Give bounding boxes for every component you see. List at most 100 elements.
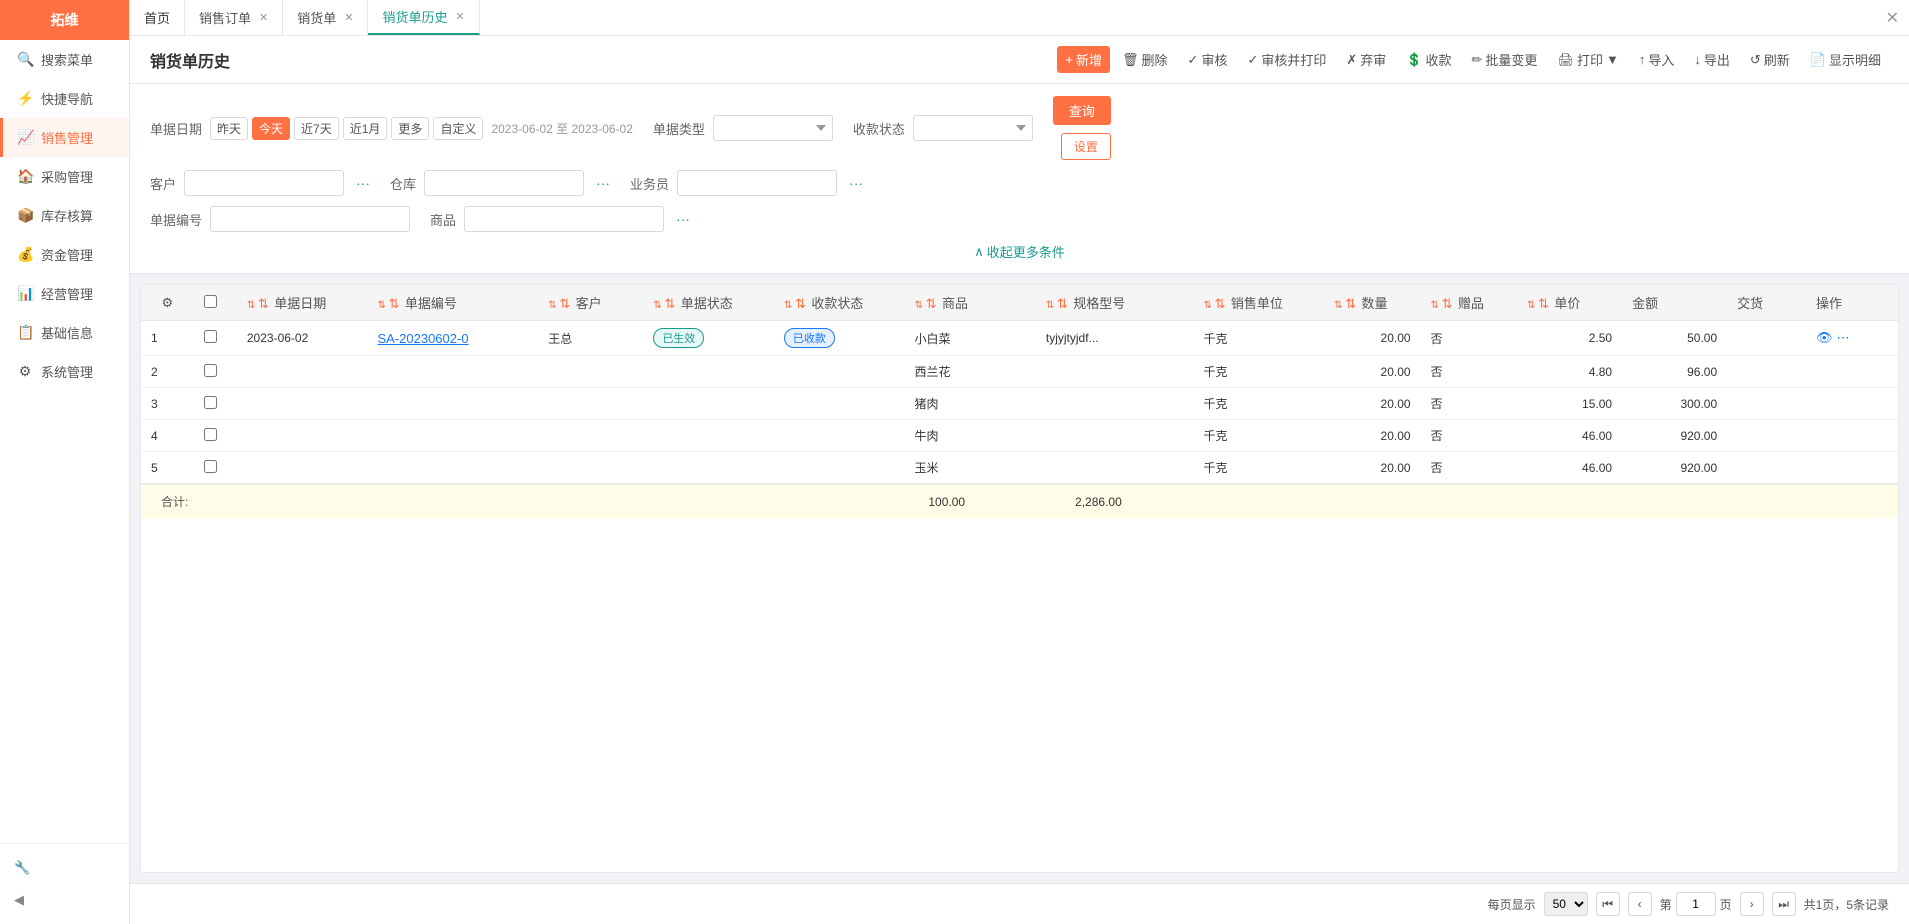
row-checkbox[interactable] <box>204 460 217 473</box>
abandon-button[interactable]: ✗ 弃审 <box>1338 46 1394 73</box>
cell-check[interactable] <box>194 321 237 356</box>
tab-sales-order[interactable]: 销售订单 ✕ <box>185 0 283 35</box>
pay-status-label: 收款状态 <box>853 119 905 138</box>
col-header-goods[interactable]: ⇅ 商品 <box>905 285 1036 321</box>
warehouse-more-icon[interactable]: ··· <box>596 175 610 191</box>
col-header-qty[interactable]: ⇅ 数量 <box>1324 285 1420 321</box>
delete-icon: 🗑 <box>1122 52 1139 68</box>
show-detail-button[interactable]: 📄 显示明细 <box>1802 46 1889 73</box>
date-btn-custom[interactable]: 自定义 <box>433 117 483 140</box>
cell-goods: 牛肉 <box>905 420 1036 452</box>
col-header-gift[interactable]: ⇅ 赠品 <box>1421 285 1517 321</box>
tab-home[interactable]: 首页 <box>130 0 185 35</box>
batch-change-button[interactable]: ✏ 批量变更 <box>1464 46 1546 73</box>
table-footer: 合计: 100.00 2,286.00 <box>141 484 1898 518</box>
date-btn-yesterday[interactable]: 昨天 <box>210 117 248 140</box>
view-btn[interactable]: 👁 <box>1816 330 1833 345</box>
abandon-icon: ✗ <box>1346 52 1357 68</box>
collect-button[interactable]: 💲 收款 <box>1398 46 1459 73</box>
page-input[interactable] <box>1676 892 1716 916</box>
doc-type-select[interactable] <box>713 115 833 141</box>
quick-nav-icon: ⚡ <box>17 90 33 107</box>
row-checkbox[interactable] <box>204 428 217 441</box>
sidebar-item-quick-nav[interactable]: ⚡ 快捷导航 <box>0 79 129 118</box>
refresh-button[interactable]: ↺ 刷新 <box>1742 46 1798 73</box>
query-button[interactable]: 查询 <box>1053 96 1111 125</box>
select-all-checkbox[interactable] <box>204 295 217 308</box>
audit-print-button[interactable]: ✓ 审核并打印 <box>1239 46 1334 73</box>
next-page-btn[interactable]: › <box>1740 892 1764 916</box>
tab-sales-history[interactable]: 销货单历史 ✕ <box>368 0 479 35</box>
sidebar-item-system-mgmt[interactable]: ⚙ 系统管理 <box>0 352 129 391</box>
delete-button[interactable]: 🗑 删除 <box>1114 46 1176 73</box>
goods-more-icon[interactable]: ··· <box>676 211 690 227</box>
customer-input[interactable] <box>184 170 344 196</box>
customer-more-icon[interactable]: ··· <box>356 175 370 191</box>
sidebar-item-inventory[interactable]: 📦 库存核算 <box>0 196 129 235</box>
col-header-customer[interactable]: ⇅ 客户 <box>538 285 643 321</box>
sidebar-item-operations[interactable]: 📊 经营管理 <box>0 274 129 313</box>
sort-qty-icon: ⇅ <box>1345 296 1356 311</box>
col-header-order-no[interactable]: ⇅ 单据编号 <box>367 285 538 321</box>
col-header-pay-status[interactable]: ⇅ 收款状态 <box>774 285 905 321</box>
sidebar-item-sales-mgmt[interactable]: 📈 销售管理 <box>0 118 129 157</box>
row-checkbox[interactable] <box>204 330 217 343</box>
salesman-input[interactable] <box>677 170 837 196</box>
cell-gift: 否 <box>1421 356 1517 388</box>
tab-bar-close-all[interactable]: ✕ <box>1886 8 1909 28</box>
sidebar-item-finance[interactable]: 💰 资金管理 <box>0 235 129 274</box>
tab-sales-order-close[interactable]: ✕ <box>259 11 268 24</box>
sidebar-item-system-mgmt-label: 系统管理 <box>41 362 93 381</box>
cell-check[interactable] <box>194 356 237 388</box>
sidebar-collapse-btn[interactable]: ◀ <box>0 884 129 916</box>
col-header-check[interactable] <box>194 285 237 321</box>
col-header-spec[interactable]: ⇅ 规格型号 <box>1036 285 1194 321</box>
goods-filter-group: 商品 ··· <box>430 206 690 232</box>
export-button[interactable]: ↓ 导出 <box>1686 46 1738 73</box>
setting-button[interactable]: 设置 <box>1061 133 1111 160</box>
cell-customer <box>538 388 643 420</box>
row-checkbox[interactable] <box>204 364 217 377</box>
order-no-link[interactable]: SA-20230602-0 <box>377 331 468 346</box>
more-action-btn[interactable]: ⋯ <box>1836 330 1849 345</box>
cell-trade <box>1727 321 1806 356</box>
col-header-date[interactable]: ⇅ 单据日期 <box>237 285 368 321</box>
tab-sales-goods[interactable]: 销货单 ✕ <box>283 0 368 35</box>
sidebar-bottom-settings[interactable]: 🔧 <box>0 852 129 884</box>
sidebar-item-purchase-mgmt[interactable]: 🏠 采购管理 <box>0 157 129 196</box>
warehouse-input[interactable] <box>424 170 584 196</box>
cell-action <box>1806 388 1898 420</box>
col-header-status[interactable]: ⇅ 单据状态 <box>643 285 774 321</box>
cell-check[interactable] <box>194 420 237 452</box>
print-button[interactable]: 🖨 打印 ▼ <box>1549 46 1626 73</box>
pay-status-select[interactable] <box>913 115 1033 141</box>
cell-amount: 50.00 <box>1622 321 1727 356</box>
tab-sales-goods-close[interactable]: ✕ <box>344 11 353 24</box>
date-btn-more[interactable]: 更多 <box>391 117 429 140</box>
tab-sales-history-close[interactable]: ✕ <box>456 10 465 23</box>
cell-spec <box>1036 420 1194 452</box>
date-btn-today[interactable]: 今天 <box>252 117 290 140</box>
new-button[interactable]: + 新增 <box>1057 46 1110 73</box>
salesman-more-icon[interactable]: ··· <box>849 175 863 191</box>
row-checkbox[interactable] <box>204 396 217 409</box>
last-page-btn[interactable]: ⏭ <box>1772 892 1796 916</box>
goods-input[interactable] <box>464 206 664 232</box>
date-btn-1month[interactable]: 近1月 <box>343 117 388 140</box>
col-header-price[interactable]: ⇅ 单价 <box>1517 285 1622 321</box>
per-page-select[interactable]: 50 <box>1544 892 1588 916</box>
audit-button[interactable]: ✓ 审核 <box>1180 46 1236 73</box>
date-btn-7days[interactable]: 近7天 <box>294 117 339 140</box>
col-header-gear[interactable]: ⚙ <box>141 285 194 321</box>
sidebar-logo: 拓维 <box>0 0 129 40</box>
col-header-unit[interactable]: ⇅ 销售单位 <box>1193 285 1324 321</box>
cell-check[interactable] <box>194 388 237 420</box>
import-button[interactable]: ↑ 导入 <box>1631 46 1683 73</box>
prev-page-btn[interactable]: ‹ <box>1628 892 1652 916</box>
sidebar-item-search-menu[interactable]: 🔍 搜索菜单 <box>0 40 129 79</box>
collapse-more-btn[interactable]: ∧ 收起更多条件 <box>150 242 1889 261</box>
cell-check[interactable] <box>194 452 237 484</box>
sidebar-item-basic-info[interactable]: 📋 基础信息 <box>0 313 129 352</box>
first-page-btn[interactable]: ⏮ <box>1596 892 1620 916</box>
doc-no-input[interactable] <box>210 206 410 232</box>
